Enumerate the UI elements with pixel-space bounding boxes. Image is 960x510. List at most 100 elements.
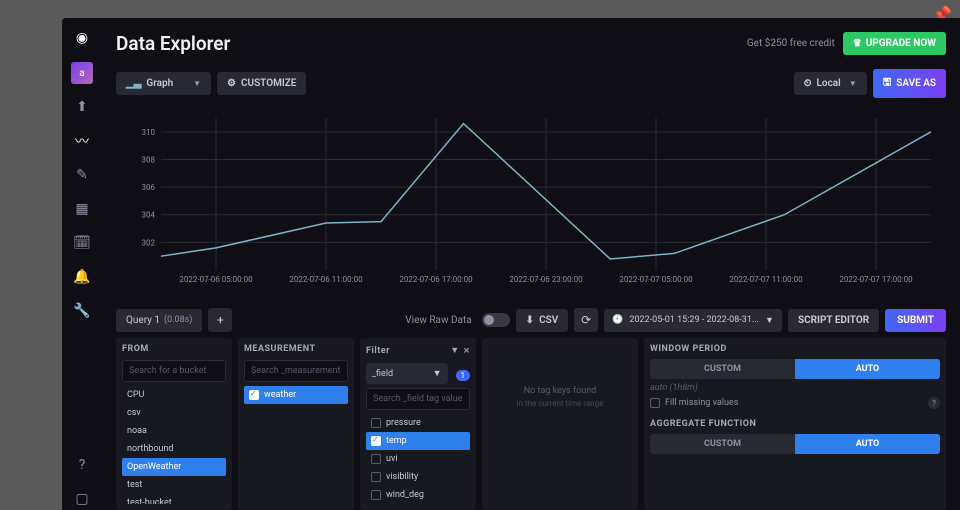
window-period-title: WINDOW PERIOD: [650, 344, 940, 354]
list-item[interactable]: OpenWeather: [122, 458, 226, 476]
dashboards-icon[interactable]: ▦: [71, 198, 93, 220]
close-icon[interactable]: ×: [464, 344, 470, 357]
list-item[interactable]: test: [122, 476, 226, 494]
submit-button[interactable]: SUBMIT: [885, 309, 946, 332]
aggregate-auto-button[interactable]: AUTO: [795, 434, 940, 454]
list-item[interactable]: weather: [244, 386, 348, 404]
query-bar: Query 1 (0.08s) + View Raw Data ⬇CSV ⟳ 🕘…: [116, 308, 946, 332]
help-icon[interactable]: ?: [928, 397, 940, 409]
list-item[interactable]: CPU: [122, 386, 226, 404]
window-auto-button[interactable]: AUTO: [795, 359, 940, 379]
svg-text:2022-07-07 17:00:00: 2022-07-07 17:00:00: [839, 275, 913, 284]
window-auto-hint: auto (1h8m): [650, 379, 940, 397]
svg-text:2022-07-06 11:00:00: 2022-07-06 11:00:00: [289, 275, 363, 284]
svg-text:2022-07-06 17:00:00: 2022-07-06 17:00:00: [399, 275, 473, 284]
query-tab[interactable]: Query 1 (0.08s): [116, 309, 202, 332]
upload-icon[interactable]: ⬆: [71, 96, 93, 118]
viz-toolbar: ▁▃Graph▼ ⚙CUSTOMIZE ⏲Local▼ 🖫SAVE AS: [116, 69, 946, 98]
upgrade-button[interactable]: ♛UPGRADE NOW: [843, 32, 946, 55]
checkbox-icon: [371, 454, 381, 464]
svg-text:302: 302: [142, 238, 156, 247]
csv-button[interactable]: ⬇CSV: [516, 309, 569, 332]
svg-text:2022-07-06 05:00:00: 2022-07-06 05:00:00: [179, 275, 253, 284]
alerts-icon[interactable]: 🔔: [71, 266, 93, 288]
page-header: Data Explorer Get $250 free credit ♛UPGR…: [116, 32, 946, 55]
from-title: FROM: [122, 344, 226, 354]
credit-text: Get $250 free credit: [747, 38, 835, 49]
chevron-down-icon: ▼: [849, 79, 857, 88]
chevron-down-icon: ▼: [193, 79, 201, 88]
save-as-button[interactable]: 🖫SAVE AS: [873, 69, 946, 98]
refresh-button[interactable]: ⟳: [574, 308, 598, 332]
svg-text:304: 304: [142, 211, 156, 220]
filter-title: Filter: [366, 346, 390, 356]
list-item[interactable]: uvi: [366, 450, 470, 468]
list-item[interactable]: visibility: [366, 468, 470, 486]
chevron-down-icon: ▼: [433, 368, 442, 379]
raw-data-label: View Raw Data: [405, 315, 471, 326]
checkbox-icon: [371, 436, 381, 446]
svg-text:2022-07-07 05:00:00: 2022-07-07 05:00:00: [619, 275, 693, 284]
raw-data-toggle[interactable]: [482, 313, 510, 327]
crown-icon: ♛: [853, 38, 862, 49]
add-query-button[interactable]: +: [208, 308, 232, 332]
checkbox-icon: [249, 390, 259, 400]
chart: 302304306308310 2022-07-06 05:00:002022-…: [116, 108, 946, 298]
settings-icon[interactable]: 🔧: [71, 300, 93, 322]
options-panel: WINDOW PERIOD CUSTOM AUTO auto (1h8m) Fi…: [644, 338, 946, 510]
fill-missing-checkbox[interactable]: [650, 398, 660, 408]
chart-svg: 302304306308310 2022-07-06 05:00:002022-…: [116, 108, 946, 298]
app-window: ◉ a ⬆ 〰 ✎ ▦ 🗓 🔔 🔧 ? ▢ Data Explorer Get …: [62, 18, 960, 510]
help-icon[interactable]: ?: [71, 454, 93, 476]
avatar[interactable]: a: [71, 62, 93, 84]
measurement-search-input[interactable]: [244, 360, 348, 382]
svg-text:2022-07-07 11:00:00: 2022-07-07 11:00:00: [729, 275, 803, 284]
tasks-icon[interactable]: 🗓: [71, 232, 93, 254]
list-item[interactable]: pressure: [366, 414, 470, 432]
field-search-input[interactable]: [366, 388, 470, 410]
list-item[interactable]: temp: [366, 432, 470, 450]
no-tags-message: No tag keys found in the current time ra…: [488, 384, 632, 411]
checkbox-icon: [371, 490, 381, 500]
window-custom-button[interactable]: CUSTOM: [650, 359, 795, 379]
page-title: Data Explorer: [116, 32, 747, 55]
download-icon: ⬇: [526, 315, 534, 326]
filter-panel: Filter ▼ × _field ▼ 1 pressuretempuvivis…: [360, 338, 476, 510]
clock-icon: ⏲: [804, 78, 812, 89]
from-panel: FROM CPUcsvnoaanorthboundOpenWeathertest…: [116, 338, 232, 510]
svg-text:310: 310: [142, 128, 156, 137]
timezone-dropdown[interactable]: ⏲Local▼: [794, 72, 867, 95]
field-dropdown[interactable]: _field ▼: [366, 363, 448, 384]
customize-button[interactable]: ⚙CUSTOMIZE: [217, 72, 306, 95]
list-item[interactable]: csv: [122, 404, 226, 422]
explore-icon[interactable]: 〰: [71, 130, 93, 152]
list-item[interactable]: noaa: [122, 422, 226, 440]
viz-type-dropdown[interactable]: ▁▃Graph▼: [116, 72, 211, 95]
aggregate-custom-button[interactable]: CUSTOM: [650, 434, 795, 454]
save-icon: 🖫: [883, 75, 892, 92]
left-nav: ◉ a ⬆ 〰 ✎ ▦ 🗓 🔔 🔧 ? ▢: [62, 18, 102, 510]
checkbox-icon: [371, 472, 381, 482]
fill-missing-label: Fill missing values: [665, 398, 738, 408]
window-period-toggle: CUSTOM AUTO: [650, 359, 940, 379]
aggregate-toggle: CUSTOM AUTO: [650, 434, 940, 454]
bucket-search-input[interactable]: [122, 360, 226, 382]
list-item[interactable]: test-bucket: [122, 494, 226, 504]
measurement-title: MEASUREMENT: [244, 344, 348, 354]
query-builder: FROM CPUcsvnoaanorthboundOpenWeathertest…: [116, 338, 946, 510]
svg-text:306: 306: [142, 183, 156, 192]
clock-icon: 🕘: [612, 315, 623, 325]
checkbox-icon: [371, 418, 381, 428]
measurement-panel: MEASUREMENT weather: [238, 338, 354, 510]
tags-panel: No tag keys found in the current time ra…: [482, 338, 638, 510]
list-item[interactable]: northbound: [122, 440, 226, 458]
svg-text:2022-07-06 23:00:00: 2022-07-06 23:00:00: [509, 275, 583, 284]
script-editor-button[interactable]: SCRIPT EDITOR: [788, 309, 879, 332]
logo-icon[interactable]: ◉: [70, 26, 94, 50]
chevron-down-icon[interactable]: ▼: [450, 345, 459, 356]
layout-icon[interactable]: ▢: [71, 488, 93, 510]
notebook-icon[interactable]: ✎: [71, 164, 93, 186]
list-item[interactable]: wind_deg: [366, 486, 470, 504]
time-range-dropdown[interactable]: 🕘2022-05-01 15:29 - 2022-08-31...▼: [604, 309, 782, 332]
aggregate-title: AGGREGATE FUNCTION: [650, 419, 940, 429]
